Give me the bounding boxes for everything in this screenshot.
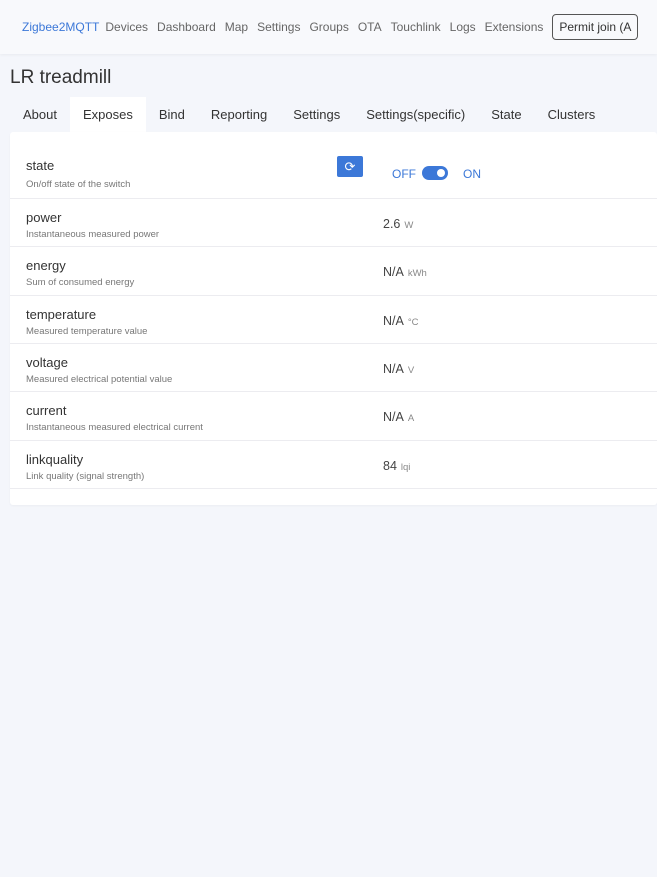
expose-value: N/A A (383, 410, 414, 424)
off-label[interactable]: OFF (392, 167, 416, 181)
nav-dashboard[interactable]: Dashboard (157, 20, 216, 34)
expose-value: 2.6 W (383, 217, 413, 231)
expose-row-power: power Instantaneous measured power 2.6 W (10, 199, 657, 247)
nav-map[interactable]: Map (225, 20, 248, 34)
expose-value: N/A °C (383, 314, 419, 328)
expose-name: current (26, 403, 67, 418)
value-unit: lqi (400, 462, 411, 473)
tab-reporting[interactable]: Reporting (198, 97, 280, 132)
expose-description: Sum of consumed energy (26, 277, 135, 288)
expose-value: 84 lqi (383, 459, 410, 473)
value-text: 2.6 (383, 217, 401, 231)
on-label[interactable]: ON (463, 167, 481, 181)
tab-about[interactable]: About (10, 97, 70, 132)
nav-extensions[interactable]: Extensions (485, 20, 544, 34)
expose-name: linkquality (26, 452, 84, 467)
tab-bind[interactable]: Bind (146, 97, 198, 132)
nav-groups[interactable]: Groups (309, 20, 348, 34)
tab-settings[interactable]: Settings (280, 97, 353, 132)
expose-description: Instantaneous measured power (26, 229, 160, 240)
expose-row-current: current Instantaneous measured electrica… (10, 392, 657, 441)
state-toggle[interactable] (422, 166, 448, 180)
value-text: N/A (383, 410, 404, 424)
value-text: N/A (383, 362, 404, 376)
value-text: N/A (383, 265, 404, 279)
expose-name: energy (26, 258, 66, 273)
expose-description: Measured electrical potential value (26, 374, 173, 385)
nav-logs[interactable]: Logs (450, 20, 476, 34)
expose-description: Instantaneous measured electrical curren… (26, 422, 203, 433)
expose-row-voltage: voltage Measured electrical potential va… (10, 344, 657, 392)
value-unit: °C (407, 317, 419, 328)
tab-bar: About Exposes Bind Reporting Settings Se… (10, 97, 608, 132)
nav-touchlink[interactable]: Touchlink (391, 20, 441, 34)
value-unit: A (407, 413, 415, 424)
permit-join-button[interactable]: Permit join (A (552, 14, 639, 40)
expose-name: power (26, 210, 62, 225)
tab-clusters[interactable]: Clusters (535, 97, 609, 132)
navbar: Zigbee2MQTT Devices Dashboard Map Settin… (0, 0, 657, 54)
brand-link[interactable]: Zigbee2MQTT (22, 20, 99, 34)
nav-settings[interactable]: Settings (257, 20, 300, 34)
refresh-icon: ⟳ (344, 159, 356, 174)
expose-description: Link quality (signal strength) (26, 471, 145, 482)
page-title: LR treadmill (10, 67, 112, 88)
tab-state[interactable]: State (478, 97, 534, 132)
expose-name: voltage (26, 355, 68, 370)
value-unit: kWh (407, 268, 427, 279)
tab-settings-specific[interactable]: Settings(specific) (353, 97, 478, 132)
expose-row-energy: energy Sum of consumed energy N/A kWh (10, 247, 657, 296)
refresh-button[interactable]: ⟳ (337, 156, 363, 177)
toggle-knob (437, 169, 445, 177)
expose-description: Measured temperature value (26, 326, 148, 337)
expose-description: On/off state of the switch (26, 179, 131, 190)
expose-value: N/A V (383, 362, 414, 376)
expose-row-temperature: temperature Measured temperature value N… (10, 296, 657, 344)
tab-exposes[interactable]: Exposes (69, 97, 146, 132)
value-unit: V (407, 365, 415, 376)
value-unit: W (404, 220, 414, 231)
exposes-card: state On/off state of the switch ⟳ OFF O… (10, 132, 657, 505)
expose-value: N/A kWh (383, 265, 427, 279)
value-text: 84 (383, 459, 397, 473)
nav-devices[interactable]: Devices (105, 20, 148, 34)
expose-row-linkquality: linkquality Link quality (signal strengt… (10, 441, 657, 489)
nav-ota[interactable]: OTA (358, 20, 382, 34)
expose-name: state (26, 158, 55, 173)
value-text: N/A (383, 314, 404, 328)
expose-row-state: state On/off state of the switch ⟳ OFF O… (10, 132, 657, 199)
expose-name: temperature (26, 307, 97, 322)
